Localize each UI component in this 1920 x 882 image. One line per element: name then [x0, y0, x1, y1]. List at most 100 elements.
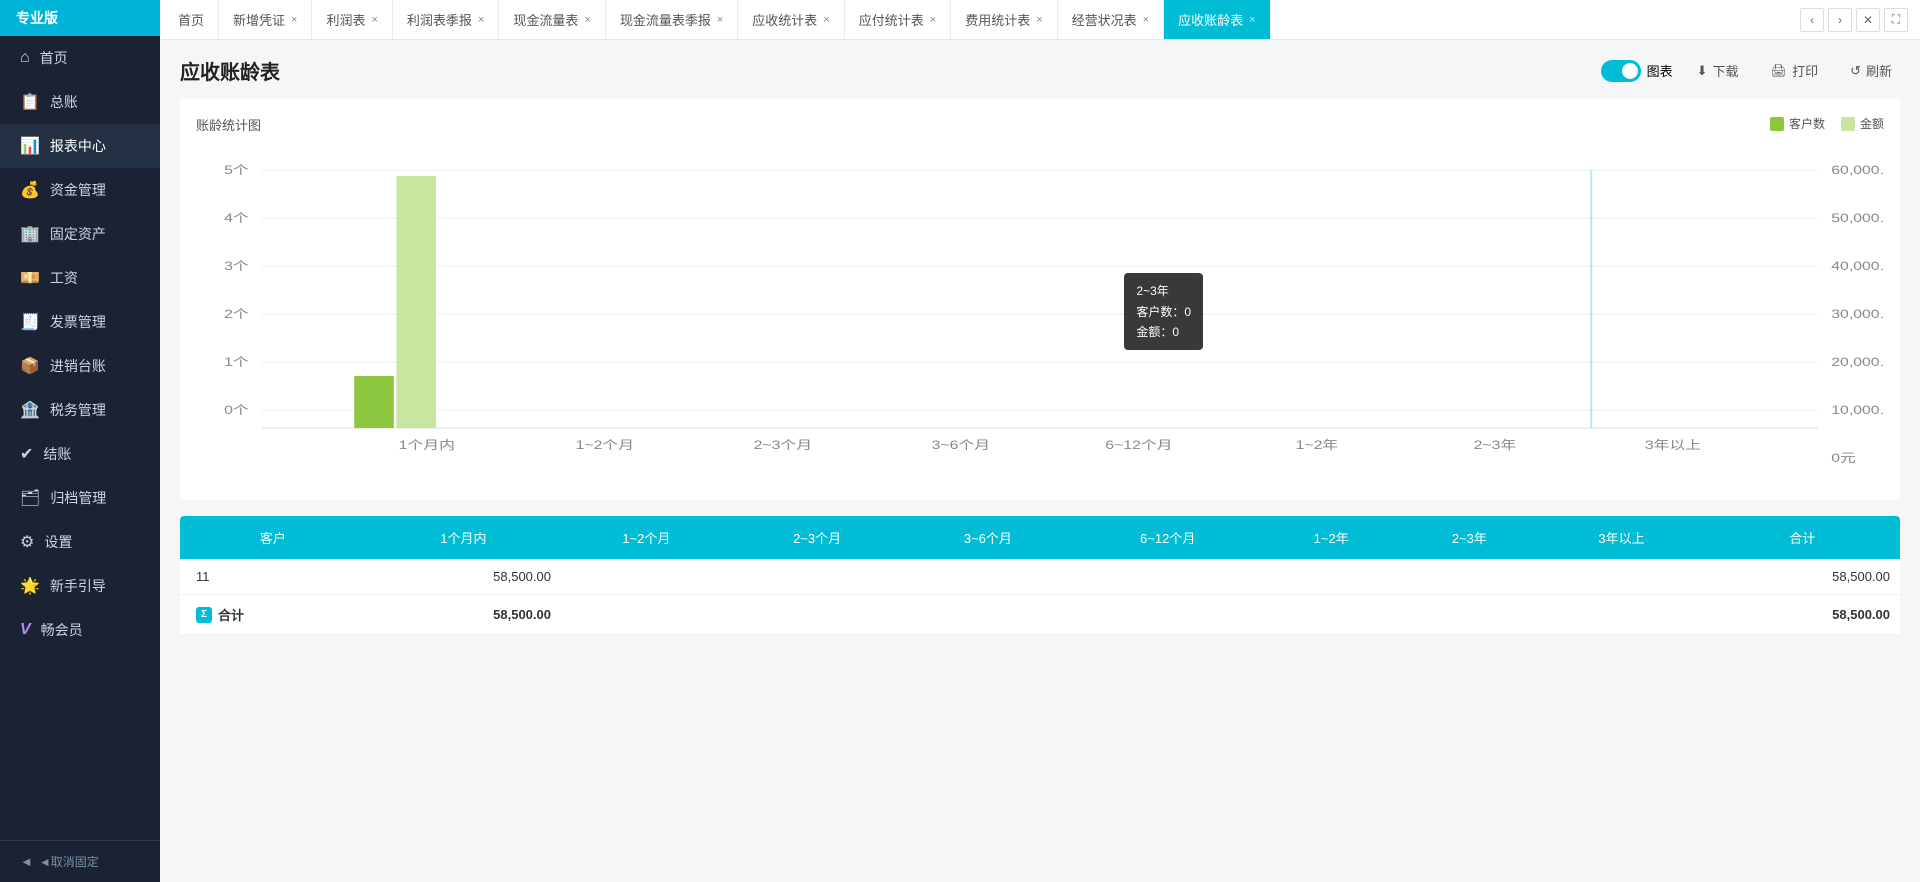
svg-text:40,000.00元: 40,000.00元 — [1831, 259, 1884, 273]
tax-icon: 🏦 — [20, 400, 40, 420]
svg-text:20,000.00元: 20,000.00元 — [1831, 355, 1884, 369]
sidebar-item-home[interactable]: ⌂ 首页 — [0, 36, 160, 80]
tab-ap-stat[interactable]: 应付统计表 × — [845, 0, 951, 40]
close-tab-cashflow[interactable]: × — [584, 14, 590, 26]
sidebar-item-ledger[interactable]: 📋 总账 — [0, 80, 160, 124]
sidebar-item-label: 结账 — [43, 444, 71, 464]
sidebar-item-label: 固定资产 — [50, 224, 106, 244]
sidebar-item-guide[interactable]: 🌟 新手引导 — [0, 564, 160, 608]
svg-text:3个: 3个 — [224, 259, 249, 273]
svg-text:60,000.00元: 60,000.00元 — [1831, 163, 1884, 177]
tab-profit-quarterly[interactable]: 利润表季报 × — [393, 0, 499, 40]
tab-home[interactable]: 首页 — [164, 0, 219, 40]
close-tab-new-voucher[interactable]: × — [291, 14, 297, 26]
chart-svg: 5个 4个 3个 2个 1个 0个 60,000.00元 50,000.00元 … — [196, 144, 1884, 484]
refresh-button[interactable]: ↺ 刷新 — [1842, 57, 1900, 84]
tab-ar-stat[interactable]: 应收统计表 × — [738, 0, 844, 40]
close-tab-expense-stat[interactable]: × — [1036, 14, 1042, 26]
guide-icon: 🌟 — [20, 576, 40, 596]
tab-cashflow-quarterly[interactable]: 现金流量表季报 × — [606, 0, 738, 40]
sidebar-item-label: 税务管理 — [50, 400, 106, 420]
table-total-row: Σ 合计 58,500.00 58,500.00 — [180, 595, 1900, 635]
cell-total-12m — [561, 595, 732, 635]
cell-total-label: Σ 合计 — [180, 595, 366, 635]
svg-text:1~2年: 1~2年 — [1296, 438, 1339, 452]
tab-next-button[interactable]: › — [1828, 8, 1852, 32]
sidebar: 专业版 ⌂ 首页 📋 总账 📊 报表中心 💰 资金管理 🏢 固定资产 💴 工资 … — [0, 0, 160, 882]
sidebar-item-inventory[interactable]: 📦 进销台账 — [0, 344, 160, 388]
print-button[interactable]: 🖨 打印 — [1763, 57, 1827, 84]
tab-ap-stat-label: 应付统计表 — [859, 10, 924, 29]
svg-text:2~3个月: 2~3个月 — [754, 438, 812, 452]
table-header-row: 客户 1个月内 1~2个月 2~3个月 3~6个月 6~12个月 1~2年 2~… — [180, 516, 1900, 559]
close-tab-ar-stat[interactable]: × — [823, 14, 829, 26]
sidebar-item-salary[interactable]: 💴 工资 — [0, 256, 160, 300]
sidebar-item-invoice[interactable]: 🧾 发票管理 — [0, 300, 160, 344]
tab-cashflow-quarterly-label: 现金流量表季报 — [620, 10, 711, 29]
sidebar-item-archive[interactable]: 🗂 归档管理 — [0, 476, 160, 520]
svg-text:5个: 5个 — [224, 163, 249, 177]
closing-icon: ✔ — [20, 444, 33, 464]
data-table: 客户 1个月内 1~2个月 2~3个月 3~6个月 6~12个月 1~2年 2~… — [180, 516, 1900, 635]
cell-customer: 11 — [180, 559, 366, 595]
invoice-icon: 🧾 — [20, 312, 40, 332]
sidebar-item-tax[interactable]: 🏦 税务管理 — [0, 388, 160, 432]
sidebar-item-assets[interactable]: 🏢 固定资产 — [0, 212, 160, 256]
close-tab-cashflow-quarterly[interactable]: × — [717, 14, 723, 26]
cell-3yplus — [1538, 559, 1704, 595]
legend-amount: 金额 — [1841, 115, 1884, 132]
close-tab-ap-stat[interactable]: × — [930, 14, 936, 26]
sidebar-item-closing[interactable]: ✔ 结账 — [0, 432, 160, 476]
tab-home-label: 首页 — [178, 10, 204, 29]
ledger-icon: 📋 — [20, 92, 40, 112]
sidebar-item-label: 首页 — [40, 48, 68, 68]
total-label-text: 合计 — [218, 605, 244, 624]
collapse-sidebar-button[interactable]: ◄ ◄取消固定 — [0, 840, 160, 882]
download-button[interactable]: ⬇ 下载 — [1689, 57, 1747, 84]
svg-text:1~2个月: 1~2个月 — [576, 438, 634, 452]
tab-profit[interactable]: 利润表 × — [312, 0, 392, 40]
tab-business-stat[interactable]: 经营状况表 × — [1058, 0, 1164, 40]
tab-new-voucher[interactable]: 新增凭证 × — [219, 0, 312, 40]
chart-legend: 客户数 金额 — [1770, 115, 1884, 132]
tab-prev-button[interactable]: ‹ — [1800, 8, 1824, 32]
close-tab-business-stat[interactable]: × — [1143, 14, 1149, 26]
col-23y: 2~3年 — [1400, 516, 1538, 559]
sidebar-item-label: 归档管理 — [50, 488, 106, 508]
svg-text:4个: 4个 — [224, 211, 249, 225]
tab-expense-stat[interactable]: 费用统计表 × — [951, 0, 1057, 40]
tab-ar-aging[interactable]: 应收账龄表 × — [1164, 0, 1270, 40]
tab-business-stat-label: 经营状况表 — [1072, 10, 1137, 29]
svg-text:50,000.00元: 50,000.00元 — [1831, 211, 1884, 225]
chart-toggle[interactable] — [1601, 60, 1641, 82]
sidebar-item-member[interactable]: V 畅会员 — [0, 608, 160, 652]
svg-text:30,000.00元: 30,000.00元 — [1831, 307, 1884, 321]
tab-profit-label: 利润表 — [326, 10, 365, 29]
legend-amount-label: 金额 — [1860, 115, 1884, 132]
member-icon: V — [20, 621, 31, 639]
tab-close-button[interactable]: ✕ — [1856, 8, 1880, 32]
chart-toggle-wrap: 图表 — [1601, 60, 1673, 82]
close-tab-profit[interactable]: × — [371, 14, 377, 26]
tab-fullscreen-button[interactable]: ⛶ — [1884, 8, 1908, 32]
page-actions: 图表 ⬇ 下载 🖨 打印 ↺ 刷新 — [1601, 57, 1900, 84]
tab-cashflow[interactable]: 现金流量表 × — [499, 0, 605, 40]
cell-total-total: 58,500.00 — [1705, 595, 1900, 635]
svg-text:2~3年: 2~3年 — [1474, 438, 1517, 452]
close-tab-ar-aging[interactable]: × — [1249, 14, 1255, 26]
cell-total-36m — [902, 595, 1073, 635]
close-tab-profit-quarterly[interactable]: × — [478, 14, 484, 26]
svg-text:6~12个月: 6~12个月 — [1105, 438, 1172, 452]
chart-card: 账龄统计图 客户数 金额 5个 4个 3个 2个 — [180, 99, 1900, 500]
sidebar-item-reports[interactable]: 📊 报表中心 — [0, 124, 160, 168]
cell-total: 58,500.00 — [1705, 559, 1900, 595]
sidebar-item-settings[interactable]: ⚙ 设置 — [0, 520, 160, 564]
sidebar-item-label: 工资 — [50, 268, 78, 288]
cell-612m — [1073, 559, 1262, 595]
cell-12y — [1262, 559, 1400, 595]
col-customer: 客户 — [180, 516, 366, 559]
sidebar-item-finance[interactable]: 💰 资金管理 — [0, 168, 160, 212]
app-logo: 专业版 — [0, 0, 160, 36]
cell-total-12y — [1262, 595, 1400, 635]
print-label: 打印 — [1792, 61, 1818, 80]
